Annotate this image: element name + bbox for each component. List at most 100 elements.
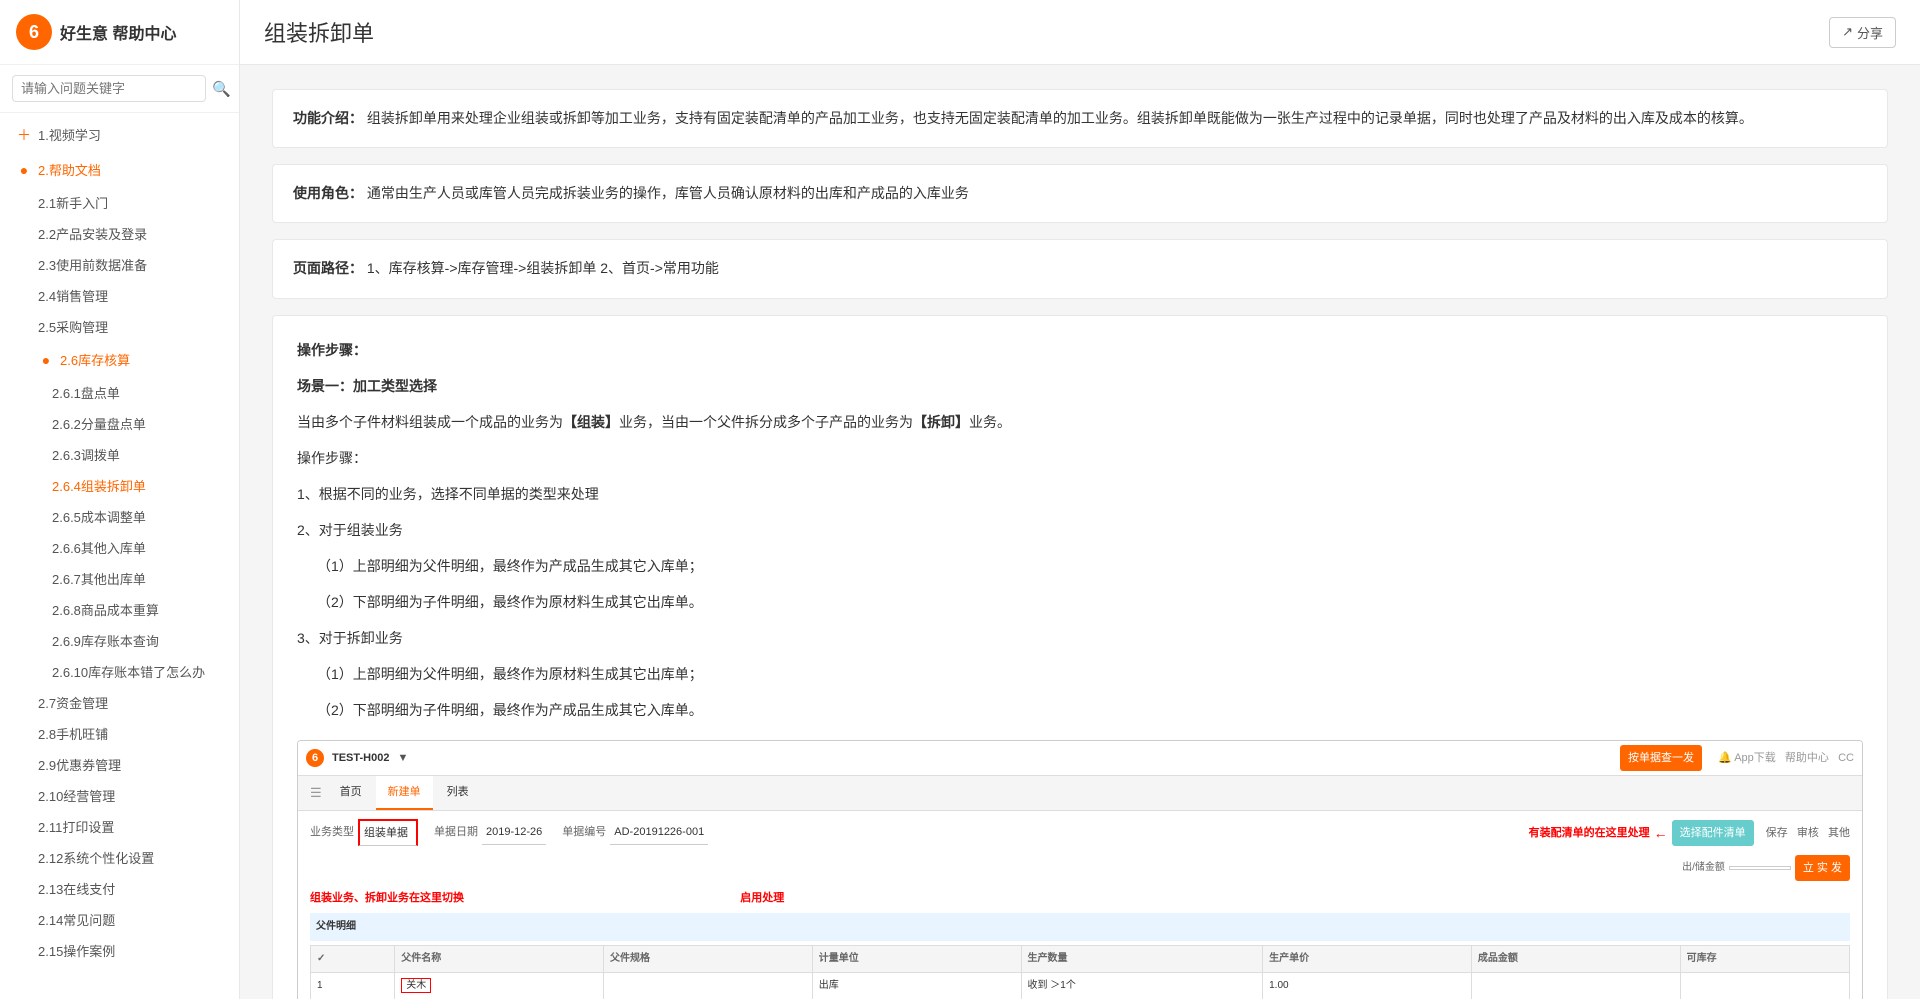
- step3a: （1）上部明细为父件明细，最终作为原材料生成其它出库单；: [297, 660, 1863, 688]
- path-label: 页面路径：: [293, 260, 363, 276]
- mock-dropdown-icon: ▼: [397, 747, 408, 769]
- sidebar-sub-2-12[interactable]: 2.12系统个性化设置: [0, 842, 239, 873]
- scene1-title: 场景一：加工类型选择: [297, 378, 437, 394]
- sidebar-sub-2-6-5[interactable]: 2.6.5成本调整单: [0, 501, 239, 532]
- logo-area: 6 好生意 帮助中心: [0, 0, 239, 65]
- mock-col-qty: 生产数量: [1021, 945, 1263, 972]
- mock-date-value: 2019-12-26: [482, 820, 546, 845]
- main-area: 组装拆卸单 ↗ 分享 功能介绍： 组装拆卸单用来处理企业组装或拆卸等加工业务，支…: [240, 0, 1920, 999]
- mock-nav-btn[interactable]: 按单据查一发: [1620, 745, 1702, 771]
- sidebar-sub-2-9[interactable]: 2.9优惠券管理: [0, 749, 239, 780]
- mock-process-btn[interactable]: 选择配件清单: [1672, 820, 1754, 846]
- logo-text: 好生意 帮助中心: [60, 20, 176, 44]
- sidebar-item-video[interactable]: ＋ 1.视频学习: [0, 117, 239, 152]
- nav-section: ＋ 1.视频学习 ● 2.帮助文档 2.1新手入门 2.2产品安装及登录 2.3…: [0, 113, 239, 970]
- sidebar-sub-2-4[interactable]: 2.4销售管理: [0, 280, 239, 311]
- scene1-desc: 当由多个子件材料组装成一个成品的业务为【组装】业务，当由一个父件拆分成多个子产品…: [297, 408, 1863, 436]
- mock-col-unit: 计量单位: [812, 945, 1021, 972]
- mock-type-value: 组装单据: [358, 819, 418, 846]
- sidebar-sub-2-6-2[interactable]: 2.6.2分量盘点单: [0, 408, 239, 439]
- func-intro-label: 功能介绍：: [293, 110, 363, 126]
- sidebar-sub-2-13[interactable]: 2.13在线支付: [0, 873, 239, 904]
- step1: 1、根据不同的业务，选择不同单据的类型来处理: [297, 480, 1863, 508]
- sidebar-item-label: 1.视频学习: [38, 125, 101, 144]
- mock-col-stock: 可库存: [1680, 945, 1849, 972]
- sidebar-sub-2-6-9[interactable]: 2.6.9库存账本查询: [0, 625, 239, 656]
- mock-col-amount: 成品金额: [1471, 945, 1680, 972]
- mock-tab-new[interactable]: 新建单: [376, 776, 433, 810]
- main-content: 功能介绍： 组装拆卸单用来处理企业组装或拆卸等加工业务，支持有固定装配清单的产品…: [240, 65, 1920, 999]
- annotation1: 有装配清单的在这里处理: [1529, 822, 1650, 844]
- mock-topbar: 6 TEST-H002 ▼ 按单据查一发 🔔 App下载 帮助中心 CC: [298, 741, 1862, 776]
- mock-action-btns: 保存 审核 其他: [1766, 822, 1850, 844]
- search-area: 🔍: [0, 65, 239, 113]
- sidebar-sub-2-14[interactable]: 2.14常见问题: [0, 904, 239, 935]
- cell-name: 关木: [395, 972, 604, 999]
- share-label: 分享: [1857, 23, 1883, 42]
- main-header: 组装拆卸单 ↗ 分享: [240, 0, 1920, 65]
- sidebar: 6 好生意 帮助中心 🔍 ＋ 1.视频学习 ● 2.帮助文档 2.1新手入门 2…: [0, 0, 240, 999]
- mock-icons: 🔔 App下载 帮助中心 CC: [1718, 747, 1854, 769]
- sidebar-item-2-6-label: 2.6库存核算: [60, 350, 130, 369]
- step2: 2、对于组装业务: [297, 516, 1863, 544]
- mock-num-value: AD-20191226-001: [610, 820, 708, 845]
- logo-icon: 6: [16, 14, 52, 50]
- mock-confirm-btn[interactable]: 立 实 发: [1795, 855, 1850, 881]
- sidebar-sub-2-6-7[interactable]: 2.6.7其他出库单: [0, 563, 239, 594]
- mock-type-label: 业务类型: [310, 821, 354, 843]
- screenshot-container: 6 TEST-H002 ▼ 按单据查一发 🔔 App下载 帮助中心 CC ☰ 首…: [297, 740, 1863, 999]
- annotation1-arrow: ←: [1654, 819, 1668, 847]
- sidebar-sub-2-8[interactable]: 2.8手机旺铺: [0, 718, 239, 749]
- sidebar-sub-2-5[interactable]: 2.5采购管理: [0, 311, 239, 342]
- mock-col-name: 父件名称: [395, 945, 604, 972]
- mock-col-spec: 父件规格: [604, 945, 813, 972]
- mock-col-check: ✓: [311, 945, 395, 972]
- sidebar-sub-2-6-4[interactable]: 2.6.4组装拆卸单: [0, 470, 239, 501]
- sidebar-sub-2-11[interactable]: 2.11打印设置: [0, 811, 239, 842]
- mock-tab-list[interactable]: 列表: [435, 776, 481, 810]
- sidebar-item-2-6[interactable]: ● 2.6库存核算: [0, 342, 239, 377]
- share-button[interactable]: ↗ 分享: [1829, 17, 1896, 48]
- mock-num-field: 单据编号 AD-20191226-001: [562, 820, 708, 845]
- step3b: （2）下部明细为子件明细，最终作为产成品生成其它入库单。: [297, 696, 1863, 724]
- cell-price: 1.00: [1263, 972, 1472, 999]
- sidebar-sub-2-2[interactable]: 2.2产品安装及登录: [0, 218, 239, 249]
- mock-store-input: [1729, 866, 1791, 870]
- mock-date-label: 单据日期: [434, 821, 478, 843]
- cell-unit: 出库: [812, 972, 1021, 999]
- annotation3-area: 启用处理: [468, 887, 784, 909]
- step2b: （2）下部明细为子件明细，最终作为原材料生成其它出库单。: [297, 588, 1863, 616]
- search-button[interactable]: 🔍: [212, 80, 231, 98]
- ops-title: 操作步骤：: [297, 336, 1863, 364]
- mock-company: TEST-H002: [332, 747, 389, 769]
- search-input[interactable]: [12, 75, 206, 102]
- mock-upper-label: 父件明细: [310, 913, 1850, 941]
- mock-store-label: 出/储金额: [1682, 858, 1725, 878]
- plus-icon: ＋: [16, 127, 32, 143]
- sidebar-sub-2-10[interactable]: 2.10经营管理: [0, 780, 239, 811]
- steps-content: 操作步骤： 场景一：加工类型选择 当由多个子件材料组装成一个成品的业务为【组装】…: [272, 315, 1888, 999]
- sidebar-sub-2-6-6[interactable]: 2.6.6其他入库单: [0, 532, 239, 563]
- role-block: 使用角色： 通常由生产人员或库管人员完成拆装业务的操作，库管人员确认原材料的出库…: [272, 164, 1888, 223]
- sidebar-sub-2-3[interactable]: 2.3使用前数据准备: [0, 249, 239, 280]
- sidebar-sub-2-6-1[interactable]: 2.6.1盘点单: [0, 377, 239, 408]
- mock-logo: 6: [306, 749, 324, 767]
- mock-tabs: ☰ 首页 新建单 列表: [298, 776, 1862, 811]
- cell-qty: 收到 ＞1个: [1021, 972, 1263, 999]
- path-block: 页面路径： 1、库存核算->库存管理->组装拆卸单 2、首页->常用功能: [272, 239, 1888, 298]
- sidebar-sub-2-6-8[interactable]: 2.6.8商品成本重算: [0, 594, 239, 625]
- cell-spec: [604, 972, 813, 999]
- sidebar-item-docs[interactable]: ● 2.帮助文档: [0, 152, 239, 187]
- cell-amount: [1471, 972, 1680, 999]
- sidebar-item-label: 2.帮助文档: [38, 160, 101, 179]
- mock-tab-home[interactable]: 首页: [328, 776, 374, 810]
- sidebar-sub-2-1[interactable]: 2.1新手入门: [0, 187, 239, 218]
- sidebar-sub-2-6-10[interactable]: 2.6.10库存账本错了怎么办: [0, 656, 239, 687]
- mock-col-price: 生产单价: [1263, 945, 1472, 972]
- sidebar-sub-2-7[interactable]: 2.7资金管理: [0, 687, 239, 718]
- sidebar-sub-2-6-3[interactable]: 2.6.3调拨单: [0, 439, 239, 470]
- func-intro-text: 组装拆卸单用来处理企业组装或拆卸等加工业务，支持有固定装配清单的产品加工业务，也…: [367, 110, 1753, 126]
- annotation3: 启用处理: [740, 892, 784, 904]
- sidebar-sub-2-15[interactable]: 2.15操作案例: [0, 935, 239, 966]
- mock-sidebar-icon: ☰: [306, 776, 326, 810]
